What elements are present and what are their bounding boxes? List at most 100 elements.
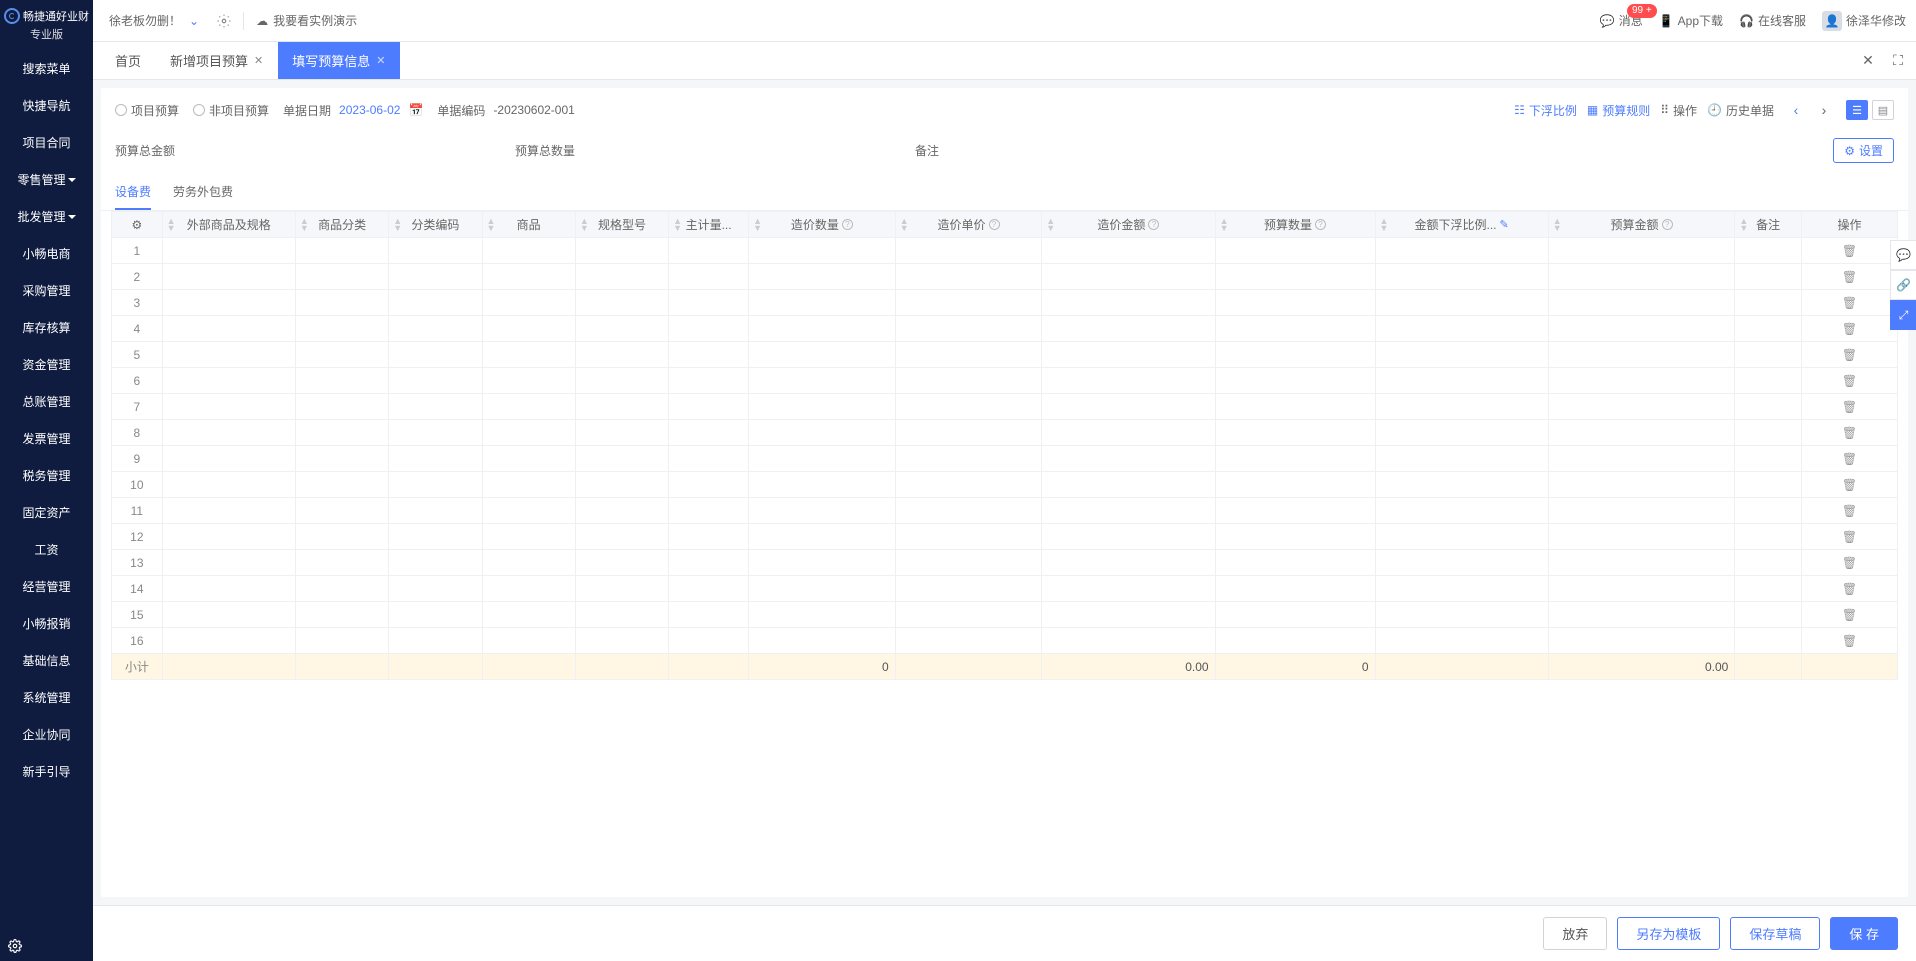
prev-record[interactable]: ‹	[1784, 98, 1808, 122]
grid-wrap[interactable]: ⚙▲▼外部商品及规格▲▼商品分类▲▼分类编码▲▼商品▲▼规格型号▲▼主计量...…	[101, 211, 1908, 883]
sidebar-item-12[interactable]: 固定资产	[0, 494, 93, 531]
sidebar-item-9[interactable]: 总账管理	[0, 383, 93, 420]
delete-icon[interactable]: 🗑	[1842, 348, 1857, 362]
delete-icon[interactable]: 🗑	[1842, 556, 1857, 570]
sort-icon[interactable]: ▲▼	[1553, 218, 1562, 232]
table-row[interactable]: 5🗑	[112, 342, 1898, 368]
delete-icon[interactable]: 🗑	[1842, 244, 1857, 258]
sort-icon[interactable]: ▲▼	[673, 218, 682, 232]
header-0[interactable]: ▲▼外部商品及规格	[162, 212, 295, 238]
tab-close-icon[interactable]: ✕	[376, 54, 385, 67]
header-11[interactable]: ▲▼预算金额?	[1548, 212, 1735, 238]
delete-icon[interactable]: 🗑	[1842, 296, 1857, 310]
table-row[interactable]: 1🗑	[112, 238, 1898, 264]
delete-icon[interactable]: 🗑	[1842, 478, 1857, 492]
header-5[interactable]: ▲▼主计量...	[669, 212, 749, 238]
delete-icon[interactable]: 🗑	[1842, 270, 1857, 284]
bill-date[interactable]: 单据日期 2023-06-02 📅	[283, 102, 423, 119]
sidebar-settings[interactable]	[0, 931, 93, 961]
sort-icon[interactable]: ▲▼	[1380, 218, 1389, 232]
settings-button[interactable]: ⚙设置	[1833, 138, 1894, 163]
delete-icon[interactable]: 🗑	[1842, 374, 1857, 388]
table-row[interactable]: 4🗑	[112, 316, 1898, 342]
sidebar-item-5[interactable]: 小畅电商	[0, 235, 93, 272]
radio-project-budget[interactable]: 项目预算	[115, 102, 179, 119]
edit-icon[interactable]: ✎	[1500, 218, 1509, 231]
delete-icon[interactable]: 🗑	[1842, 582, 1857, 596]
sub-tab-1[interactable]: 劳务外包费	[173, 175, 233, 210]
sort-icon[interactable]: ▲▼	[1220, 218, 1229, 232]
table-row[interactable]: 7🗑	[112, 394, 1898, 420]
user-menu[interactable]: 👤 徐泽华修改	[1822, 11, 1906, 31]
table-row[interactable]: 12🗑	[112, 524, 1898, 550]
sort-icon[interactable]: ▲▼	[753, 218, 762, 232]
tab-0[interactable]: 首页	[101, 42, 156, 79]
delete-icon[interactable]: 🗑	[1842, 530, 1857, 544]
table-row[interactable]: 16🗑	[112, 628, 1898, 654]
header-6[interactable]: ▲▼造价数量?	[749, 212, 896, 238]
delete-icon[interactable]: 🗑	[1842, 452, 1857, 466]
workspace-selector[interactable]: 徐老板勿删！ ⌄	[103, 8, 205, 33]
radio-non-project-budget[interactable]: 非项目预算	[193, 102, 269, 119]
col-settings[interactable]: ⚙	[112, 212, 163, 238]
workspace-settings-icon[interactable]	[217, 14, 231, 28]
table-row[interactable]: 14🗑	[112, 576, 1898, 602]
sort-icon[interactable]: ▲▼	[393, 218, 402, 232]
tab-1[interactable]: 新增项目预算✕	[156, 42, 278, 79]
messages-button[interactable]: 💬 消息 99 +	[1600, 12, 1643, 29]
sort-icon[interactable]: ▲▼	[1046, 218, 1055, 232]
header-1[interactable]: ▲▼商品分类	[295, 212, 388, 238]
table-row[interactable]: 6🗑	[112, 368, 1898, 394]
table-row[interactable]: 13🗑	[112, 550, 1898, 576]
float-ratio-button[interactable]: ☷下浮比例	[1514, 102, 1577, 119]
sidebar-item-16[interactable]: 基础信息	[0, 642, 93, 679]
sidebar-item-11[interactable]: 税务管理	[0, 457, 93, 494]
delete-icon[interactable]: 🗑	[1842, 634, 1857, 648]
sidebar-item-13[interactable]: 工资	[0, 531, 93, 568]
sort-icon[interactable]: ▲▼	[900, 218, 909, 232]
table-row[interactable]: 10🗑	[112, 472, 1898, 498]
demo-link[interactable]: ☁ 我要看实例演示	[256, 12, 357, 29]
sort-icon[interactable]: ▲▼	[167, 218, 176, 232]
table-row[interactable]: 2🗑	[112, 264, 1898, 290]
sidebar-item-3[interactable]: 零售管理	[0, 161, 93, 198]
sidebar-item-4[interactable]: 批发管理	[0, 198, 93, 235]
header-13[interactable]: 操作	[1802, 212, 1898, 238]
sidebar-item-1[interactable]: 快捷导航	[0, 87, 93, 124]
sub-tab-0[interactable]: 设备费	[115, 175, 151, 210]
sidebar-item-17[interactable]: 系统管理	[0, 679, 93, 716]
header-9[interactable]: ▲▼预算数量?	[1215, 212, 1375, 238]
side-tool-chat[interactable]: 💬	[1890, 240, 1916, 270]
header-4[interactable]: ▲▼规格型号	[575, 212, 668, 238]
sidebar-item-19[interactable]: 新手引导	[0, 753, 93, 790]
horizontal-scrollbar[interactable]	[101, 883, 1908, 897]
sort-icon[interactable]: ▲▼	[1739, 218, 1748, 232]
view-card[interactable]: ▤	[1872, 100, 1894, 120]
sidebar-item-10[interactable]: 发票管理	[0, 420, 93, 457]
header-7[interactable]: ▲▼造价单价?	[895, 212, 1042, 238]
delete-icon[interactable]: 🗑	[1842, 608, 1857, 622]
support-button[interactable]: 🎧 在线客服	[1739, 12, 1806, 29]
fullscreen-button[interactable]: ⛶	[1886, 49, 1910, 73]
sidebar-item-15[interactable]: 小畅报销	[0, 605, 93, 642]
sidebar-item-2[interactable]: 项目合同	[0, 124, 93, 161]
save-template-button[interactable]: 另存为模板	[1617, 917, 1720, 950]
operate-button[interactable]: ⠿操作	[1660, 102, 1697, 119]
sort-icon[interactable]: ▲▼	[580, 218, 589, 232]
table-row[interactable]: 9🗑	[112, 446, 1898, 472]
history-button[interactable]: 🕘历史单据	[1707, 102, 1774, 119]
tab-close-all[interactable]: ✕	[1856, 49, 1880, 73]
app-download-button[interactable]: 📱 App下载	[1659, 12, 1723, 29]
header-3[interactable]: ▲▼商品	[482, 212, 575, 238]
view-list[interactable]: ☰	[1846, 100, 1868, 120]
header-10[interactable]: ▲▼金额下浮比例...✎	[1375, 212, 1548, 238]
save-button[interactable]: 保 存	[1830, 917, 1898, 950]
sort-icon[interactable]: ▲▼	[487, 218, 496, 232]
tab-2[interactable]: 填写预算信息✕	[278, 42, 400, 79]
table-row[interactable]: 11🗑	[112, 498, 1898, 524]
header-12[interactable]: ▲▼备注	[1735, 212, 1802, 238]
discard-button[interactable]: 放弃	[1543, 917, 1607, 950]
header-8[interactable]: ▲▼造价金额?	[1042, 212, 1215, 238]
tab-close-icon[interactable]: ✕	[254, 54, 263, 67]
sidebar-item-0[interactable]: 搜索菜单	[0, 50, 93, 87]
